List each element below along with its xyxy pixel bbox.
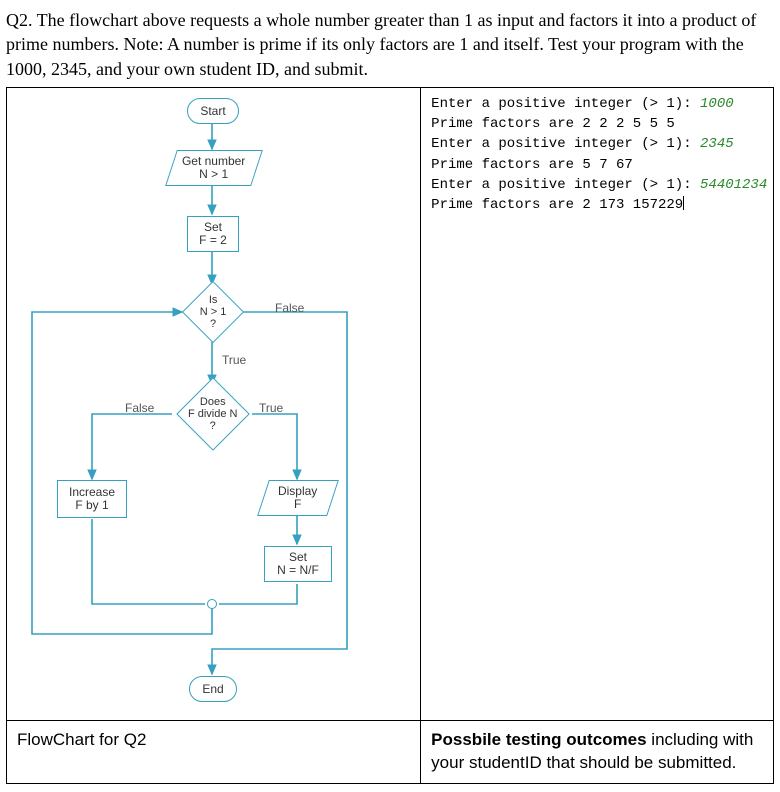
flowchart-label-true-1: True	[222, 352, 246, 368]
flowchart-label-false-1: False	[275, 300, 304, 316]
text-cursor-icon	[683, 196, 684, 210]
console-caption: Possbile testing outcomes including with…	[421, 720, 774, 783]
output-1: Prime factors are 2 2 2 5 5 5	[431, 114, 763, 134]
console-output: Enter a positive integer (> 1): 1000 Pri…	[431, 94, 763, 216]
flowchart-get-number: Get numberN > 1	[165, 150, 263, 186]
output-2: Prime factors are 5 7 67	[431, 155, 763, 175]
flowchart-cell: Start Get numberN > 1 SetF = 2 IsN > 1? …	[7, 87, 421, 720]
prompt-3: Enter a positive integer (> 1):	[431, 177, 700, 193]
input-1: 1000	[700, 96, 734, 112]
console-cell: Enter a positive integer (> 1): 1000 Pri…	[421, 87, 774, 720]
content-table: Start Get numberN > 1 SetF = 2 IsN > 1? …	[6, 87, 774, 784]
flowchart-set-nf: SetN = N/F	[264, 546, 332, 582]
flowchart-caption: FlowChart for Q2	[7, 720, 421, 783]
flowchart-label-false-2: False	[125, 400, 154, 416]
input-3: 54401234	[700, 177, 767, 193]
flowchart-label-true-2: True	[259, 400, 283, 416]
flowchart-end: End	[189, 676, 237, 702]
flowchart-set-f: SetF = 2	[187, 216, 239, 252]
prompt-2: Enter a positive integer (> 1):	[431, 136, 700, 152]
question-text: Q2. The flowchart above requests a whole…	[6, 8, 774, 81]
flowchart-start: Start	[187, 98, 239, 124]
console-caption-bold: Possbile testing outcomes	[431, 730, 646, 749]
flowchart-display: DisplayF	[257, 480, 339, 516]
flowchart-diagram: Start Get numberN > 1 SetF = 2 IsN > 1? …	[17, 94, 410, 714]
input-2: 2345	[700, 136, 734, 152]
flowchart-increase: IncreaseF by 1	[57, 480, 127, 518]
prompt-1: Enter a positive integer (> 1):	[431, 96, 700, 112]
output-3: Prime factors are 2 173 157229	[431, 197, 683, 213]
flowchart-junction	[207, 599, 217, 609]
